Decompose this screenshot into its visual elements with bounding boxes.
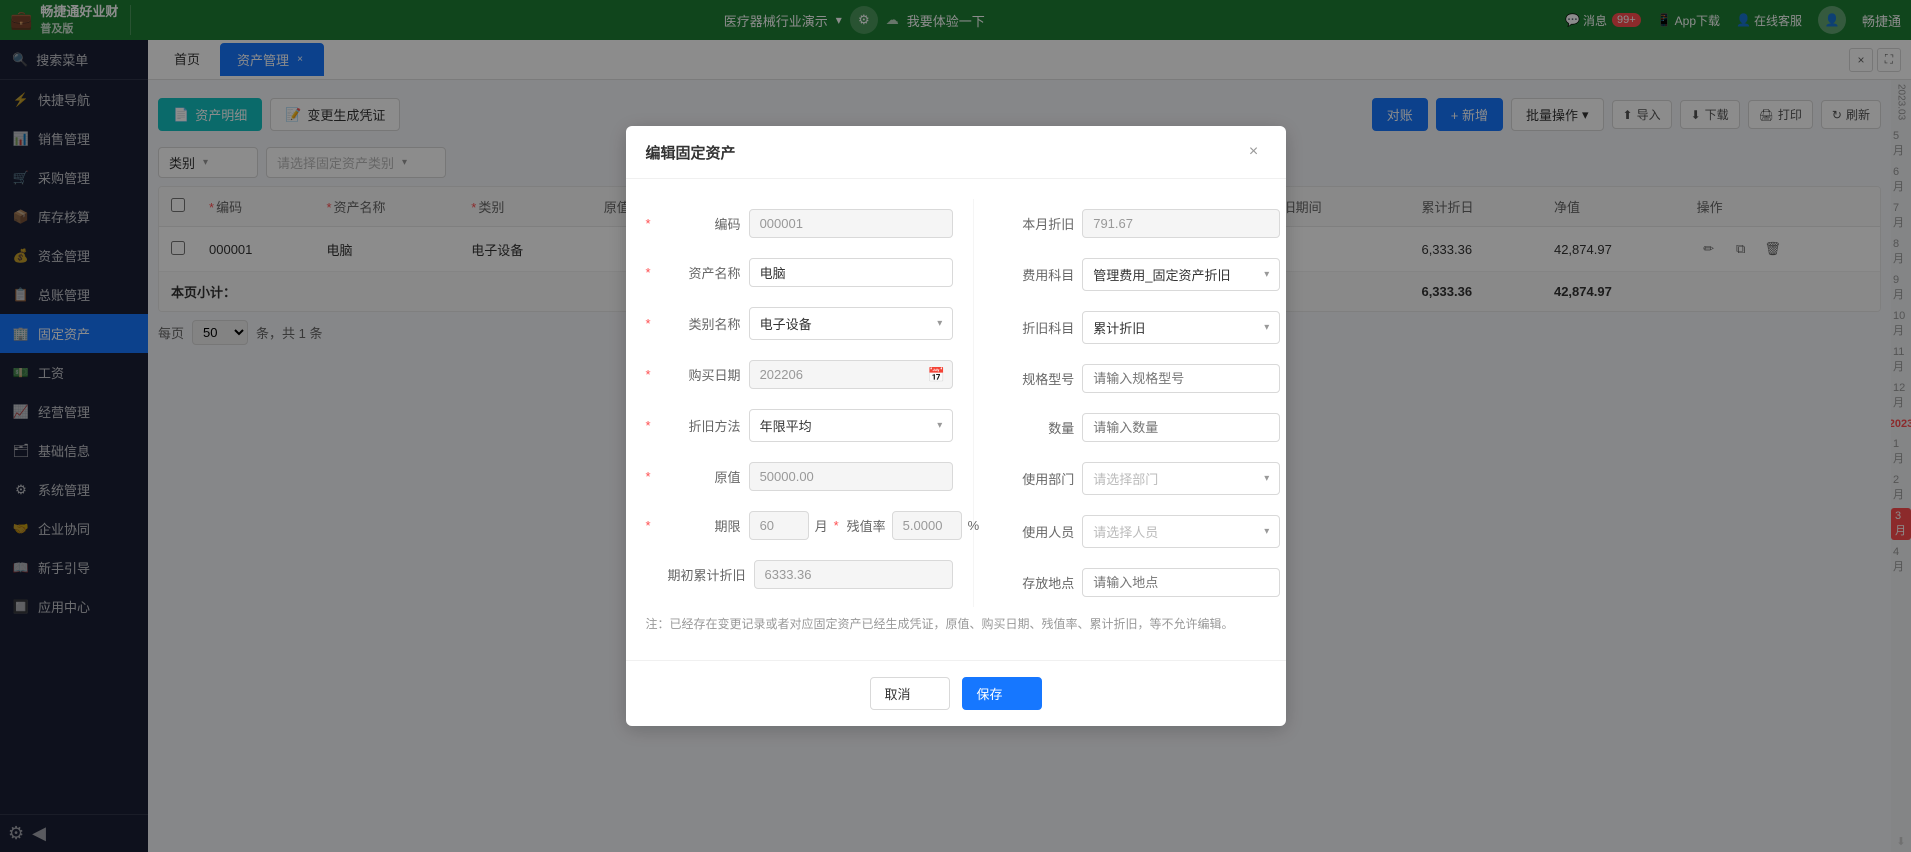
dep-account-value: 累计折旧: [1093, 318, 1145, 337]
monthly-dep-label: 本月折旧: [994, 214, 1074, 233]
original-value-input[interactable]: [749, 462, 954, 491]
expense-account-dropdown-icon: ▾: [1264, 269, 1269, 280]
modal-overlay: 编辑固定资产 × * 编码 * 资产名称: [0, 0, 1911, 852]
purchase-date-label: 购买日期: [661, 365, 741, 384]
opening-dep-label: 期初累计折旧: [646, 565, 746, 584]
quantity-label: 数量: [994, 418, 1074, 437]
form-row-original-value: * 原值: [646, 452, 954, 501]
dep-method-select[interactable]: 年限平均 ▾: [749, 409, 954, 442]
category-select-modal[interactable]: 电子设备 ▾: [749, 307, 954, 340]
residual-rate-label: 残值率: [847, 516, 886, 535]
edit-asset-modal: 编辑固定资产 × * 编码 * 资产名称: [626, 126, 1286, 726]
modal-close-btn[interactable]: ×: [1242, 140, 1266, 164]
department-dropdown-icon: ▾: [1264, 473, 1269, 484]
modal-form: * 编码 * 资产名称 * 类别名称 电子: [646, 199, 1266, 607]
form-row-person: 使用人员 请选择人员 ▾: [994, 505, 1280, 558]
purchase-date-input[interactable]: [749, 360, 954, 389]
department-placeholder: 请选择部门: [1093, 469, 1158, 488]
person-placeholder: 请选择人员: [1093, 522, 1158, 541]
form-row-purchase-date: * 购买日期 📅: [646, 350, 954, 399]
modal-body: * 编码 * 资产名称 * 类别名称 电子: [626, 179, 1286, 660]
expense-account-select[interactable]: 管理费用_固定资产折旧 ▾: [1082, 258, 1280, 291]
form-left-col: * 编码 * 资产名称 * 类别名称 电子: [646, 199, 975, 607]
form-row-dep-account: 折旧科目 累计折旧 ▾: [994, 301, 1280, 354]
form-row-expense-account: 费用科目 管理费用_固定资产折旧 ▾: [994, 248, 1280, 301]
spec-model-input[interactable]: [1082, 364, 1280, 393]
save-label: 保存: [977, 684, 1003, 703]
category-dropdown-icon: ▾: [937, 318, 942, 329]
department-label: 使用部门: [994, 469, 1074, 488]
cancel-label: 取消: [885, 684, 911, 703]
form-row-location: 存放地点: [994, 558, 1280, 607]
modal-footer: 取消 保存: [626, 660, 1286, 726]
form-row-category: * 类别名称 电子设备 ▾: [646, 297, 954, 350]
dep-account-dropdown-icon: ▾: [1264, 322, 1269, 333]
form-row-asset-name: * 资产名称: [646, 248, 954, 297]
dep-method-dropdown-icon: ▾: [937, 420, 942, 431]
life-input[interactable]: [749, 511, 809, 540]
form-row-spec-model: 规格型号: [994, 354, 1280, 403]
form-row-opening-dep: 期初累计折旧: [646, 550, 954, 599]
form-row-life: * 期限 月 * 残值率 %: [646, 501, 954, 550]
location-input[interactable]: [1082, 568, 1280, 597]
quantity-input[interactable]: [1082, 413, 1280, 442]
category-select-value: 电子设备: [760, 314, 812, 333]
original-value-label: 原值: [661, 467, 741, 486]
cancel-button[interactable]: 取消: [870, 677, 950, 710]
life-unit: 月: [815, 516, 828, 535]
calendar-icon[interactable]: 📅: [928, 366, 945, 383]
department-select[interactable]: 请选择部门 ▾: [1082, 462, 1280, 495]
form-row-quantity: 数量: [994, 403, 1280, 452]
expense-account-label: 费用科目: [994, 265, 1074, 284]
purchase-date-wrapper: 📅: [749, 360, 954, 389]
asset-name-field-label: 资产名称: [661, 263, 741, 282]
form-row-monthly-dep: 本月折旧: [994, 199, 1280, 248]
dep-method-value: 年限平均: [760, 416, 812, 435]
modal-title: 编辑固定资产: [646, 142, 736, 163]
spec-model-label: 规格型号: [994, 369, 1074, 388]
dep-account-select[interactable]: 累计折旧 ▾: [1082, 311, 1280, 344]
monthly-dep-input[interactable]: [1082, 209, 1280, 238]
dep-account-label: 折旧科目: [994, 318, 1074, 337]
person-label: 使用人员: [994, 522, 1074, 541]
life-label: 期限: [661, 516, 741, 535]
category-field-label: 类别名称: [661, 314, 741, 333]
code-input[interactable]: [749, 209, 954, 238]
person-dropdown-icon: ▾: [1264, 526, 1269, 537]
save-button[interactable]: 保存: [962, 677, 1042, 710]
opening-dep-input[interactable]: [754, 560, 954, 589]
asset-name-input[interactable]: [749, 258, 954, 287]
form-right-col: 本月折旧 费用科目 管理费用_固定资产折旧 ▾ 折旧科目: [974, 199, 1280, 607]
expense-account-value: 管理费用_固定资产折旧: [1093, 265, 1230, 284]
form-row-department: 使用部门 请选择部门 ▾: [994, 452, 1280, 505]
form-row-code: * 编码: [646, 199, 954, 248]
code-field-label: 编码: [661, 214, 741, 233]
life-group: 月 * 残值率 %: [749, 511, 954, 540]
modal-header: 编辑固定资产 ×: [626, 126, 1286, 179]
residual-rate-input[interactable]: [892, 511, 962, 540]
modal-note: 注：已经存在变更记录或者对应固定资产已经生成凭证，原值、购买日期、残值率、累计折…: [646, 607, 1266, 640]
dep-method-label: 折旧方法: [661, 416, 741, 435]
location-label: 存放地点: [994, 573, 1074, 592]
person-select[interactable]: 请选择人员 ▾: [1082, 515, 1280, 548]
form-row-dep-method: * 折旧方法 年限平均 ▾: [646, 399, 954, 452]
